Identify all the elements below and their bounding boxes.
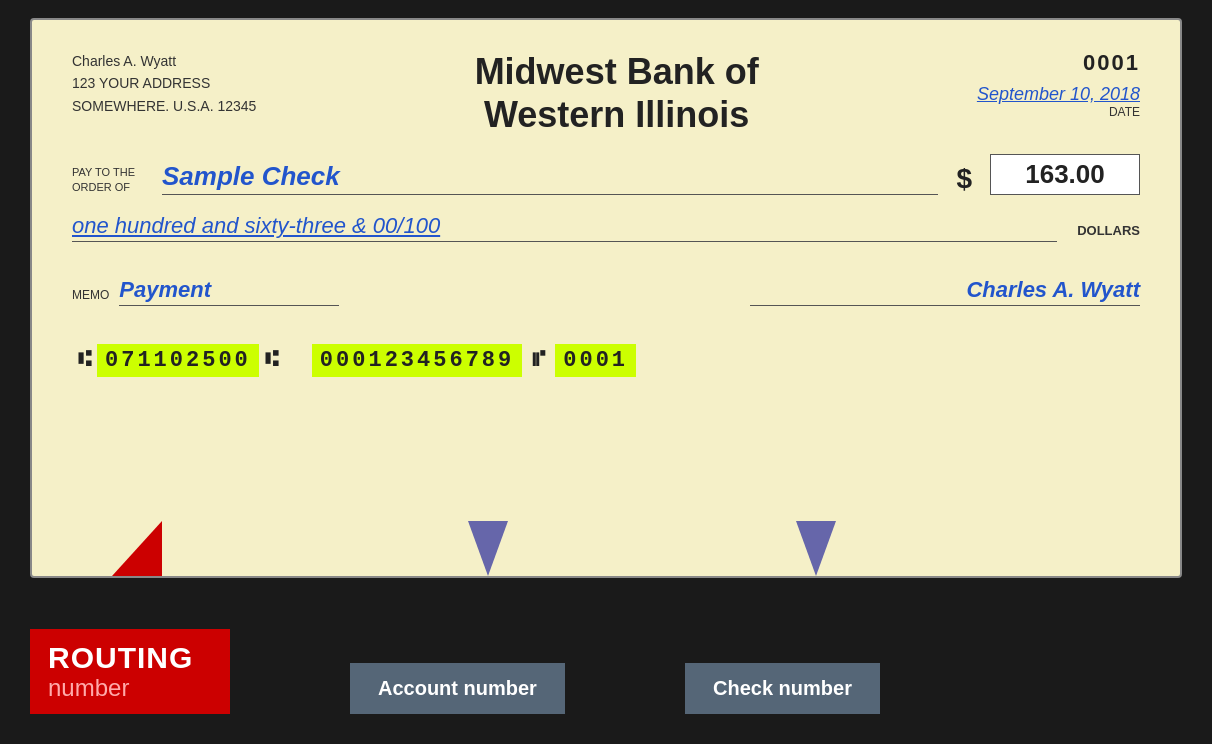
account-arrow	[468, 521, 508, 576]
signature-line: Charles A. Wyatt	[750, 277, 1140, 306]
memo-row: MEMO Payment Charles A. Wyatt	[72, 277, 1140, 306]
routing-label-subtitle: number	[48, 674, 212, 702]
check-header: Charles A. Wyatt 123 YOUR ADDRESS SOMEWH…	[72, 50, 1140, 136]
account-holder-name: Charles A. Wyatt	[72, 50, 256, 72]
date-label: DATE	[977, 105, 1140, 119]
check-body: Charles A. Wyatt 123 YOUR ADDRESS SOMEWH…	[30, 18, 1182, 578]
dollars-label: DOLLARS	[1077, 223, 1140, 242]
amount-box: 163.00	[990, 154, 1140, 195]
micr-close-symbol: ⑆	[259, 344, 284, 377]
memo-value: Payment	[119, 277, 211, 302]
dollar-sign: $	[948, 163, 980, 195]
check-number-block: 0001 September 10, 2018 DATE	[977, 50, 1140, 119]
check-number-arrow	[796, 521, 836, 576]
micr-row: ⑆ 071102500 ⑆ 000123456789 ⑈ 0001	[72, 344, 1140, 377]
written-amount-value: one hundred and sixty-three & 00/100	[72, 213, 440, 238]
signature-value: Charles A. Wyatt	[966, 277, 1140, 302]
bank-name: Midwest Bank of Western Illinois	[256, 50, 976, 136]
check-label-text: Check number	[713, 677, 852, 699]
pay-to-value: Sample Check	[162, 161, 340, 191]
memo-line: Payment	[119, 277, 339, 306]
account-label-box: Account number	[350, 663, 565, 714]
routing-label-box: ROUTING number	[30, 629, 230, 714]
pay-to-row: PAY TO THE ORDER OF Sample Check $ 163.0…	[72, 154, 1140, 195]
micr-account-number: 000123456789	[312, 344, 522, 377]
amount-value: 163.00	[1025, 159, 1105, 189]
micr-check-number: 0001	[555, 344, 636, 377]
memo-label: MEMO	[72, 288, 109, 306]
routing-label-title: ROUTING	[48, 641, 212, 674]
check-label-box: Check number	[685, 663, 880, 714]
address-line1: 123 YOUR ADDRESS	[72, 72, 256, 94]
micr-routing-number: 071102500	[97, 344, 259, 377]
account-label-text: Account number	[378, 677, 537, 699]
date-value: September 10, 2018	[977, 84, 1140, 105]
written-amount-line: one hundred and sixty-three & 00/100	[72, 213, 1057, 242]
address-line2: SOMEWHERE. U.S.A. 12345	[72, 95, 256, 117]
pay-to-label: PAY TO THE ORDER OF	[72, 165, 152, 196]
micr-open-symbol: ⑆	[72, 344, 97, 377]
written-amount-row: one hundred and sixty-three & 00/100 DOL…	[72, 213, 1140, 242]
check-number-display: 0001	[977, 50, 1140, 76]
pay-to-line: Sample Check	[162, 161, 938, 195]
micr-equals-symbol: ⑈	[522, 344, 555, 377]
address-block: Charles A. Wyatt 123 YOUR ADDRESS SOMEWH…	[72, 50, 256, 117]
routing-arrow	[112, 521, 162, 576]
date-block: September 10, 2018 DATE	[977, 84, 1140, 119]
